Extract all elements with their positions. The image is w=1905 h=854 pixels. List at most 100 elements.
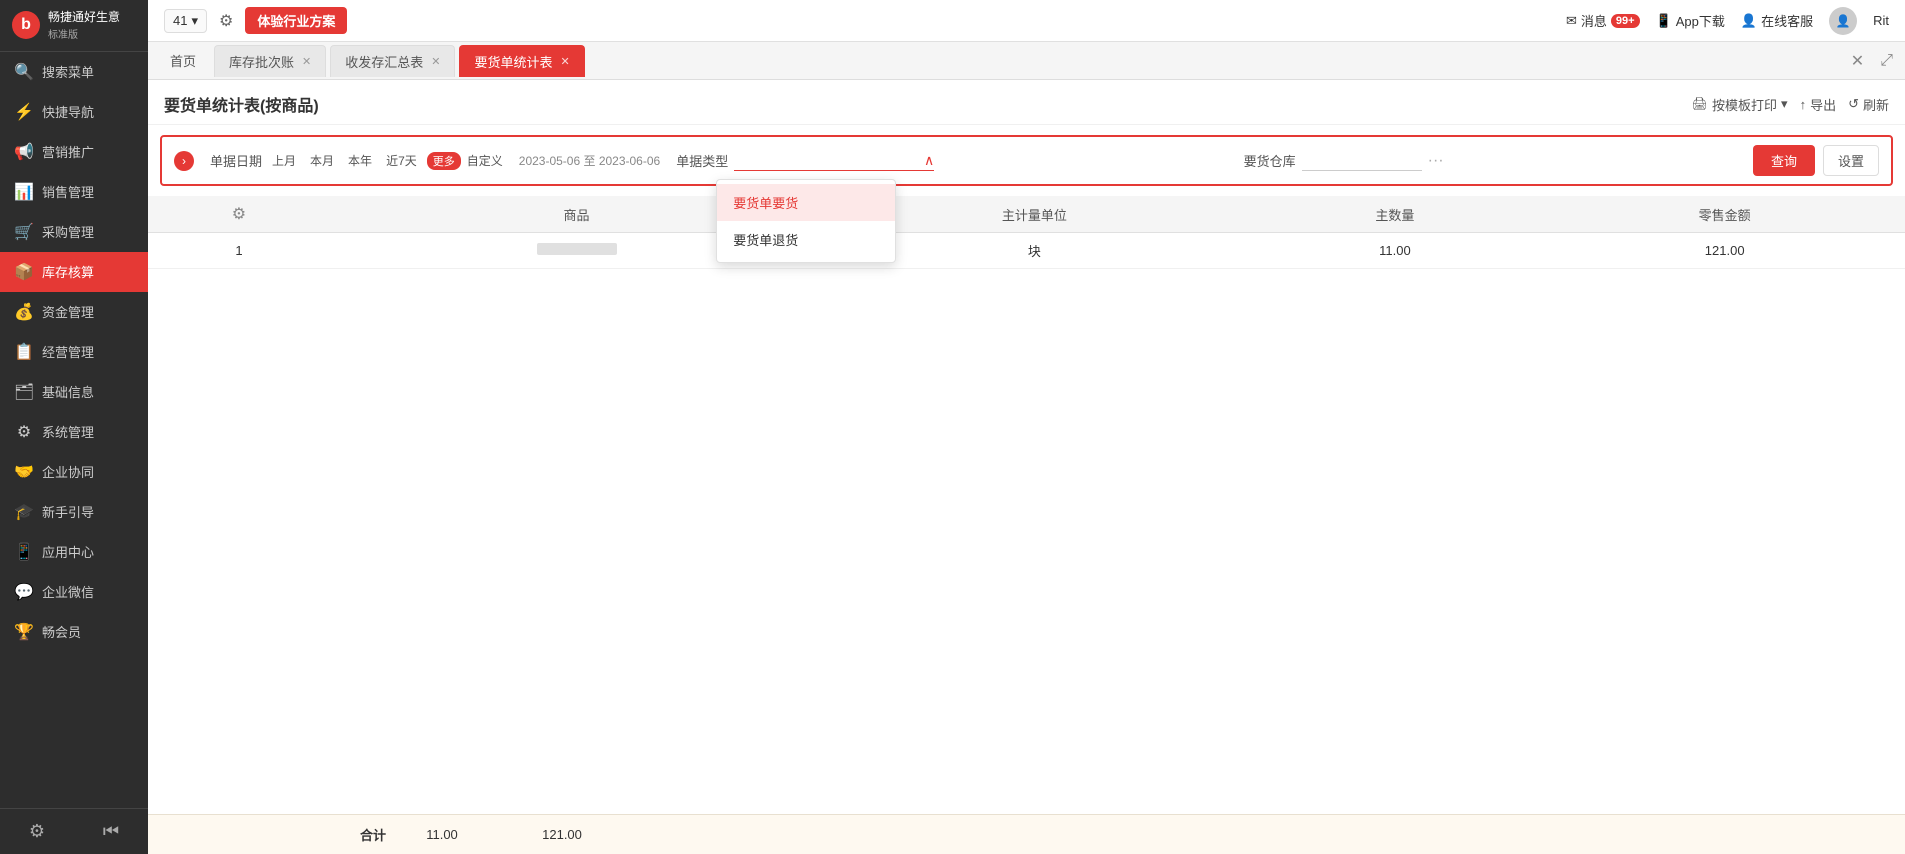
app-download-button[interactable]: 📱 App下载 [1656, 11, 1725, 30]
sidebar-item-newbie[interactable]: 🎓 新手引导 [0, 492, 148, 532]
sidebar-item-label: 资金管理 [42, 302, 94, 321]
sidebar-item-label: 基础信息 [42, 382, 94, 401]
tab-close-recv-summary[interactable]: ✕ [431, 55, 440, 68]
date-btn-last-month[interactable]: 上月 [268, 150, 300, 171]
footer-values: 11.00 121.00 [402, 827, 602, 842]
refresh-icon: ↺ [1848, 96, 1859, 112]
sidebar-item-marketing[interactable]: 📢 营销推广 [0, 132, 148, 172]
date-btn-more[interactable]: 更多 [427, 152, 461, 170]
sidebar-item-label: 快捷导航 [42, 102, 94, 121]
service-icon: 👤 [1741, 13, 1757, 29]
page-title: 要货单统计表(按商品) [164, 92, 319, 116]
sales-icon: 📊 [14, 182, 34, 202]
tab-inventory-batch[interactable]: 库存批次账 ✕ [214, 45, 326, 77]
date-filter-label: 单据日期 [210, 151, 262, 170]
export-button[interactable]: ↑ 导出 [1800, 95, 1837, 114]
type-filter-chevron-icon[interactable]: ∧ [924, 152, 934, 169]
marketing-icon: 📢 [14, 142, 34, 162]
footer-qty: 11.00 [402, 827, 482, 842]
sidebar-item-quick-nav[interactable]: ⚡ 快捷导航 [0, 92, 148, 132]
footer-label: 合计 [160, 825, 386, 844]
warehouse-more-icon[interactable]: ··· [1428, 152, 1444, 170]
filter-expand-button[interactable]: › [174, 151, 194, 171]
close-all-tabs-button[interactable]: ✕ [1847, 49, 1868, 73]
settings-filter-button[interactable]: 设置 [1823, 145, 1879, 176]
sidebar-item-label: 系统管理 [42, 422, 94, 441]
sidebar-item-label: 销售管理 [42, 182, 94, 201]
topbar-right: ✉ 消息 99+ 📱 App下载 👤 在线客服 👤 Rit [1566, 7, 1889, 35]
data-table: ⚙ 商品 主计量单位 主数量 零售金额 [148, 196, 1905, 269]
app-icon: 📱 [1656, 13, 1672, 29]
sidebar-item-finance[interactable]: 💰 资金管理 [0, 292, 148, 332]
print-chevron-icon: ▾ [1781, 96, 1788, 112]
footer-amount: 121.00 [522, 827, 602, 842]
sidebar-item-operation[interactable]: 📋 经营管理 [0, 332, 148, 372]
tab-close-inventory-batch[interactable]: ✕ [302, 55, 311, 68]
date-filter-group: 单据日期 上月 本月 本年 近7天 更多 自定义 [210, 150, 503, 171]
avatar[interactable]: 👤 [1829, 7, 1857, 35]
date-custom-btn[interactable]: 自定义 [467, 152, 503, 169]
sidebar-item-label: 企业协同 [42, 462, 94, 481]
sidebar: b 畅捷通好生意 标准版 🔍 搜索菜单 ⚡ 快捷导航 📢 营销推广 📊 销售管理… [0, 0, 148, 854]
username: Rit [1873, 13, 1889, 28]
warehouse-filter-input[interactable] [1306, 153, 1406, 168]
tab-recv-summary[interactable]: 收发存汇总表 ✕ [330, 45, 455, 77]
brand-sub: 标准版 [48, 26, 120, 41]
type-filter-group: 单据类型 ∧ 要货单要货 要货单退货 [676, 151, 934, 171]
base-info-icon: 🗂 [14, 382, 34, 402]
tabs-actions: ✕ ⤢ [1847, 49, 1897, 73]
sidebar-item-label: 企业微信 [42, 582, 94, 601]
inventory-icon: 📦 [14, 262, 34, 282]
system-icon: ⚙ [14, 422, 34, 442]
sidebar-item-wx-enterprise[interactable]: 💬 企业微信 [0, 572, 148, 612]
sidebar-item-membership[interactable]: 🏆 畅会员 [0, 612, 148, 652]
tab-close-requisition[interactable]: ✕ [561, 55, 570, 68]
promo-button[interactable]: 体验行业方案 [245, 7, 347, 34]
sidebar-item-enterprise[interactable]: 🤝 企业协同 [0, 452, 148, 492]
sidebar-item-inventory[interactable]: 📦 库存核算 [0, 252, 148, 292]
date-shortcuts: 上月 本月 本年 近7天 更多 自定义 [268, 150, 503, 171]
refresh-button[interactable]: ↺ 刷新 [1848, 95, 1889, 114]
sidebar-item-purchase[interactable]: 🛒 采购管理 [0, 212, 148, 252]
page-header: 要货单统计表(按商品) 🖨 按模板打印 ▾ ↑ 导出 ↺ 刷新 [148, 80, 1905, 125]
message-label: 消息 [1581, 11, 1607, 30]
sidebar-item-label: 采购管理 [42, 222, 94, 241]
col-settings: ⚙ [148, 196, 330, 233]
operation-icon: 📋 [14, 342, 34, 362]
sidebar-item-label: 搜索菜单 [42, 62, 94, 81]
date-btn-this-year[interactable]: 本年 [344, 150, 376, 171]
brand-name: 畅捷通好生意 [48, 10, 120, 26]
dropdown-item-requisition-return[interactable]: 要货单退货 [717, 221, 895, 258]
dropdown-item-requisition-order[interactable]: 要货单要货 [717, 184, 895, 221]
restore-tabs-button[interactable]: ⤢ [1876, 50, 1897, 72]
sidebar-item-label: 库存核算 [42, 262, 94, 281]
tab-requisition-summary[interactable]: 要货单统计表 ✕ [459, 45, 584, 77]
sidebar-item-search[interactable]: 🔍 搜索菜单 [0, 52, 148, 92]
date-btn-this-month[interactable]: 本月 [306, 150, 338, 171]
sidebar-item-label: 应用中心 [42, 542, 94, 561]
message-button[interactable]: ✉ 消息 99+ [1566, 11, 1640, 30]
online-service-button[interactable]: 👤 在线客服 [1741, 11, 1813, 30]
topbar-gear-icon[interactable]: ⚙ [219, 11, 233, 31]
sidebar-item-system[interactable]: ⚙ 系统管理 [0, 412, 148, 452]
search-icon: 🔍 [14, 62, 34, 82]
sidebar-item-base-info[interactable]: 🗂 基础信息 [0, 372, 148, 412]
collapse-button[interactable]: ⏮ [95, 817, 127, 846]
chevron-down-icon: ▾ [191, 13, 198, 29]
sidebar-item-sales[interactable]: 📊 销售管理 [0, 172, 148, 212]
settings-button[interactable]: ⚙ [21, 817, 53, 846]
print-icon: 🖨 [1692, 96, 1709, 112]
warehouse-input-wrap [1302, 151, 1422, 171]
print-button[interactable]: 🖨 按模板打印 ▾ [1692, 95, 1788, 114]
query-button[interactable]: 查询 [1753, 145, 1815, 176]
table-wrap: ⚙ 商品 主计量单位 主数量 零售金额 [148, 196, 1905, 814]
column-settings-icon[interactable]: ⚙ [232, 206, 246, 223]
type-filter-input[interactable] [734, 151, 924, 170]
avatar-placeholder: 👤 [1836, 14, 1851, 28]
sidebar-item-label: 营销推广 [42, 142, 94, 161]
tab-home[interactable]: 首页 [156, 45, 210, 77]
store-selector[interactable]: 41 ▾ [164, 9, 207, 33]
date-btn-last-7-days[interactable]: 近7天 [382, 150, 421, 171]
sidebar-item-app-center[interactable]: 📱 应用中心 [0, 532, 148, 572]
app-label: App下载 [1676, 11, 1725, 30]
